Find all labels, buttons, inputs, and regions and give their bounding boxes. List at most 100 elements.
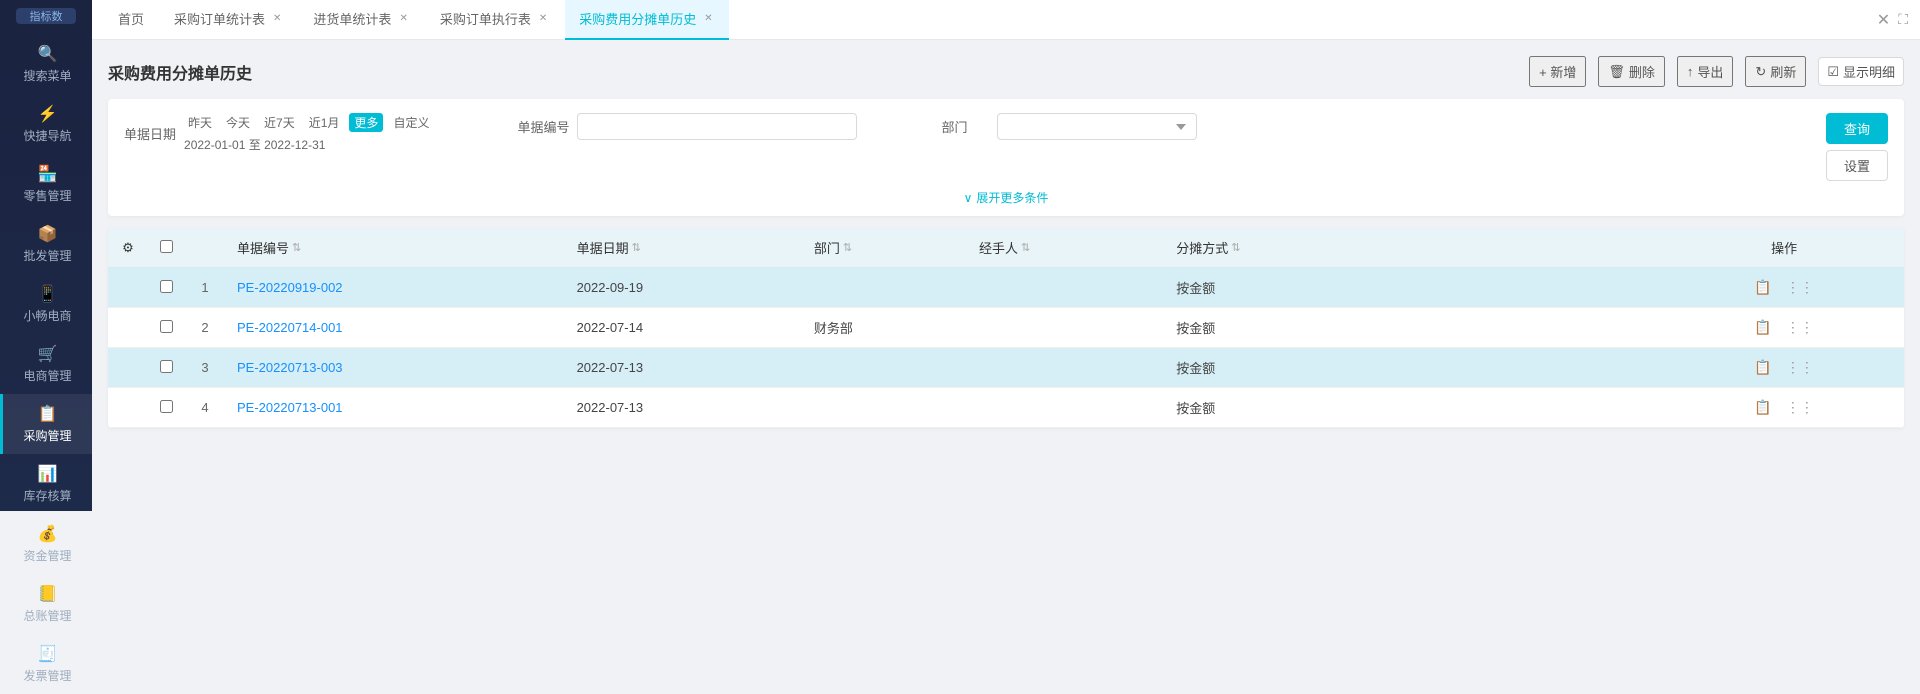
date-opt-more[interactable]: 更多 bbox=[349, 113, 383, 132]
search-settings-button[interactable]: 设置 bbox=[1826, 150, 1888, 181]
mobile-icon: 📱 bbox=[38, 284, 58, 304]
row-num-3: 4 bbox=[185, 388, 225, 428]
records-table: ⚙ 单据编号 ⇅ bbox=[108, 228, 1904, 428]
action-edit-icon-3[interactable]: 📋 bbox=[1750, 397, 1775, 418]
row-split-method-2: 按金额 bbox=[1164, 348, 1664, 388]
sort-icon-doc-no[interactable]: ⇅ bbox=[292, 241, 301, 254]
sidebar-item-label: 批发管理 bbox=[23, 247, 71, 264]
inventory-icon: 📊 bbox=[38, 464, 58, 484]
sort-icon-dept[interactable]: ⇅ bbox=[843, 241, 852, 254]
date-opt-1month[interactable]: 近1月 bbox=[305, 113, 344, 132]
row-actions-3: 📋 ⋮⋮ bbox=[1664, 388, 1904, 428]
row-actions-0: 📋 ⋮⋮ bbox=[1664, 268, 1904, 308]
action-more-icon-2[interactable]: ⋮⋮ bbox=[1782, 357, 1818, 378]
tab-close-purchase-order-exec[interactable]: ✕ bbox=[537, 11, 549, 26]
date-opt-yesterday[interactable]: 昨天 bbox=[184, 113, 216, 132]
dept-select[interactable] bbox=[997, 113, 1197, 140]
row-handler-2 bbox=[967, 348, 1164, 388]
tab-stock-stats[interactable]: 进货单统计表 ✕ bbox=[299, 0, 423, 40]
query-button[interactable]: 查询 bbox=[1826, 113, 1888, 144]
sidebar-item-label: 零售管理 bbox=[23, 187, 71, 204]
tab-label-purchase-order-stats: 采购订单统计表 bbox=[174, 9, 265, 28]
sidebar-item-inventory[interactable]: 📊库存核算 bbox=[0, 454, 92, 514]
tab-label-stock-stats: 进货单统计表 bbox=[313, 9, 391, 28]
sidebar-item-ledger[interactable]: 📒总账管理 bbox=[0, 574, 92, 634]
table-row: 1 PE-20220919-002 2022-09-19 按金额 📋 ⋮⋮ bbox=[108, 268, 1904, 308]
settings-icon[interactable]: ⚙ bbox=[122, 240, 134, 255]
sidebar-item-label: 资金管理 bbox=[23, 547, 71, 564]
sidebar-item-mobile[interactable]: 📱小畅电商 bbox=[0, 274, 92, 334]
sidebar-item-purchase[interactable]: 📋采购管理 bbox=[0, 394, 92, 454]
sidebar-item-finance[interactable]: 💰资金管理 bbox=[0, 514, 92, 574]
row-checkbox-1 bbox=[148, 308, 185, 348]
tab-close-stock-stats[interactable]: ✕ bbox=[397, 11, 409, 26]
tab-purchase-order-stats[interactable]: 采购订单统计表 ✕ bbox=[160, 0, 297, 40]
action-more-icon-3[interactable]: ⋮⋮ bbox=[1782, 397, 1818, 418]
row-num-0: 1 bbox=[185, 268, 225, 308]
tab-home[interactable]: 首页 bbox=[104, 0, 158, 40]
row-handler-0 bbox=[967, 268, 1164, 308]
sidebar-item-wholesale[interactable]: 📦批发管理 bbox=[0, 214, 92, 274]
date-opt-today[interactable]: 今天 bbox=[222, 113, 254, 132]
row-check-0[interactable] bbox=[160, 280, 173, 293]
doc-no-link-3[interactable]: PE-20220713-001 bbox=[237, 400, 343, 415]
action-edit-icon-0[interactable]: 📋 bbox=[1750, 277, 1775, 298]
date-range-display[interactable]: 2022-01-01 至 2022-12-31 bbox=[184, 136, 433, 153]
delete-icon: 🗑 bbox=[1608, 64, 1625, 80]
row-num-2: 3 bbox=[185, 348, 225, 388]
action-edit-icon-2[interactable]: 📋 bbox=[1750, 357, 1775, 378]
tab-bar: 首页采购订单统计表✕进货单统计表✕采购订单执行表✕采购费用分摊单历史✕ ✕ ⛶ bbox=[92, 0, 1920, 40]
row-checkbox-0 bbox=[148, 268, 185, 308]
page-header: 采购费用分摊单历史 + 新增 🗑 删除 ↑ 导出 ↻ 刷新 ☑ 显示明细 bbox=[108, 56, 1904, 87]
doc-no-input[interactable] bbox=[577, 113, 857, 140]
sidebar-item-search[interactable]: 🔍搜索菜单 bbox=[0, 34, 92, 94]
invoice-icon: 🧾 bbox=[38, 644, 58, 664]
tab-purchase-cost[interactable]: 采购费用分摊单历史✕ bbox=[565, 0, 728, 40]
row-settings-3 bbox=[108, 388, 148, 428]
doc-no-link-2[interactable]: PE-20220713-003 bbox=[237, 360, 343, 375]
action-more-icon-1[interactable]: ⋮⋮ bbox=[1782, 317, 1818, 338]
row-handler-1 bbox=[967, 308, 1164, 348]
tab-purchase-order-exec[interactable]: 采购订单执行表✕ bbox=[426, 0, 563, 40]
table-body: 1 PE-20220919-002 2022-09-19 按金额 📋 ⋮⋮ 2 … bbox=[108, 268, 1904, 428]
select-all-checkbox[interactable] bbox=[160, 240, 173, 253]
expand-more-btn[interactable]: ∨ 展开更多条件 bbox=[124, 189, 1888, 206]
sidebar-item-invoice[interactable]: 🧾发票管理 bbox=[0, 634, 92, 694]
sidebar-item-shortcut[interactable]: ⚡快捷导航 bbox=[0, 94, 92, 154]
toolbar: + 新增 🗑 删除 ↑ 导出 ↻ 刷新 ☑ 显示明细 bbox=[1529, 56, 1904, 87]
sidebar-item-label: 采购管理 bbox=[23, 427, 71, 444]
export-icon: ↑ bbox=[1687, 64, 1694, 79]
date-opt-7days[interactable]: 近7天 bbox=[260, 113, 299, 132]
doc-no-link-0[interactable]: PE-20220919-002 bbox=[237, 280, 343, 295]
row-settings-0 bbox=[108, 268, 148, 308]
action-edit-icon-1[interactable]: 📋 bbox=[1750, 317, 1775, 338]
export-button[interactable]: ↑ 导出 bbox=[1677, 56, 1734, 87]
action-more-icon-0[interactable]: ⋮⋮ bbox=[1782, 277, 1818, 298]
row-check-3[interactable] bbox=[160, 400, 173, 413]
doc-no-link-1[interactable]: PE-20220714-001 bbox=[237, 320, 343, 335]
row-checkbox-2 bbox=[148, 348, 185, 388]
maximize-window-icon[interactable]: ⛶ bbox=[1898, 11, 1908, 28]
show-cols-button[interactable]: ☑ 显示明细 bbox=[1818, 57, 1904, 86]
row-dept-2 bbox=[802, 348, 967, 388]
table-row: 3 PE-20220713-003 2022-07-13 按金额 📋 ⋮⋮ bbox=[108, 348, 1904, 388]
th-split-method: 分摊方式 ⇅ bbox=[1164, 228, 1664, 268]
tab-close-purchase-order-stats[interactable]: ✕ bbox=[271, 11, 283, 26]
row-check-1[interactable] bbox=[160, 320, 173, 333]
sidebar-item-retail[interactable]: 🏪零售管理 bbox=[0, 154, 92, 214]
refresh-button[interactable]: ↻ 刷新 bbox=[1745, 56, 1806, 87]
close-window-icon[interactable]: ✕ bbox=[1877, 10, 1890, 30]
page-content: 采购费用分摊单历史 + 新增 🗑 删除 ↑ 导出 ↻ 刷新 ☑ 显示明细 bbox=[92, 40, 1920, 511]
tab-close-purchase-cost[interactable]: ✕ bbox=[702, 11, 714, 26]
sort-icon-handler[interactable]: ⇅ bbox=[1021, 241, 1030, 254]
date-field: 单据日期 昨天 今天 近7天 近1月 更多 自定义 2022-01-01 至 2… bbox=[124, 113, 433, 153]
sort-icon-split[interactable]: ⇅ bbox=[1231, 241, 1240, 254]
add-button[interactable]: + 新增 bbox=[1529, 56, 1586, 87]
date-opt-custom[interactable]: 自定义 bbox=[389, 113, 433, 132]
sort-icon-doc-date[interactable]: ⇅ bbox=[632, 241, 641, 254]
sidebar-item-ecommerce[interactable]: 🛒电商管理 bbox=[0, 334, 92, 394]
main-content: 首页采购订单统计表✕进货单统计表✕采购订单执行表✕采购费用分摊单历史✕ ✕ ⛶ … bbox=[92, 0, 1920, 511]
search-row-1: 单据日期 昨天 今天 近7天 近1月 更多 自定义 2022-01-01 至 2… bbox=[124, 113, 1888, 181]
delete-button[interactable]: 🗑 删除 bbox=[1598, 56, 1665, 87]
row-check-2[interactable] bbox=[160, 360, 173, 373]
